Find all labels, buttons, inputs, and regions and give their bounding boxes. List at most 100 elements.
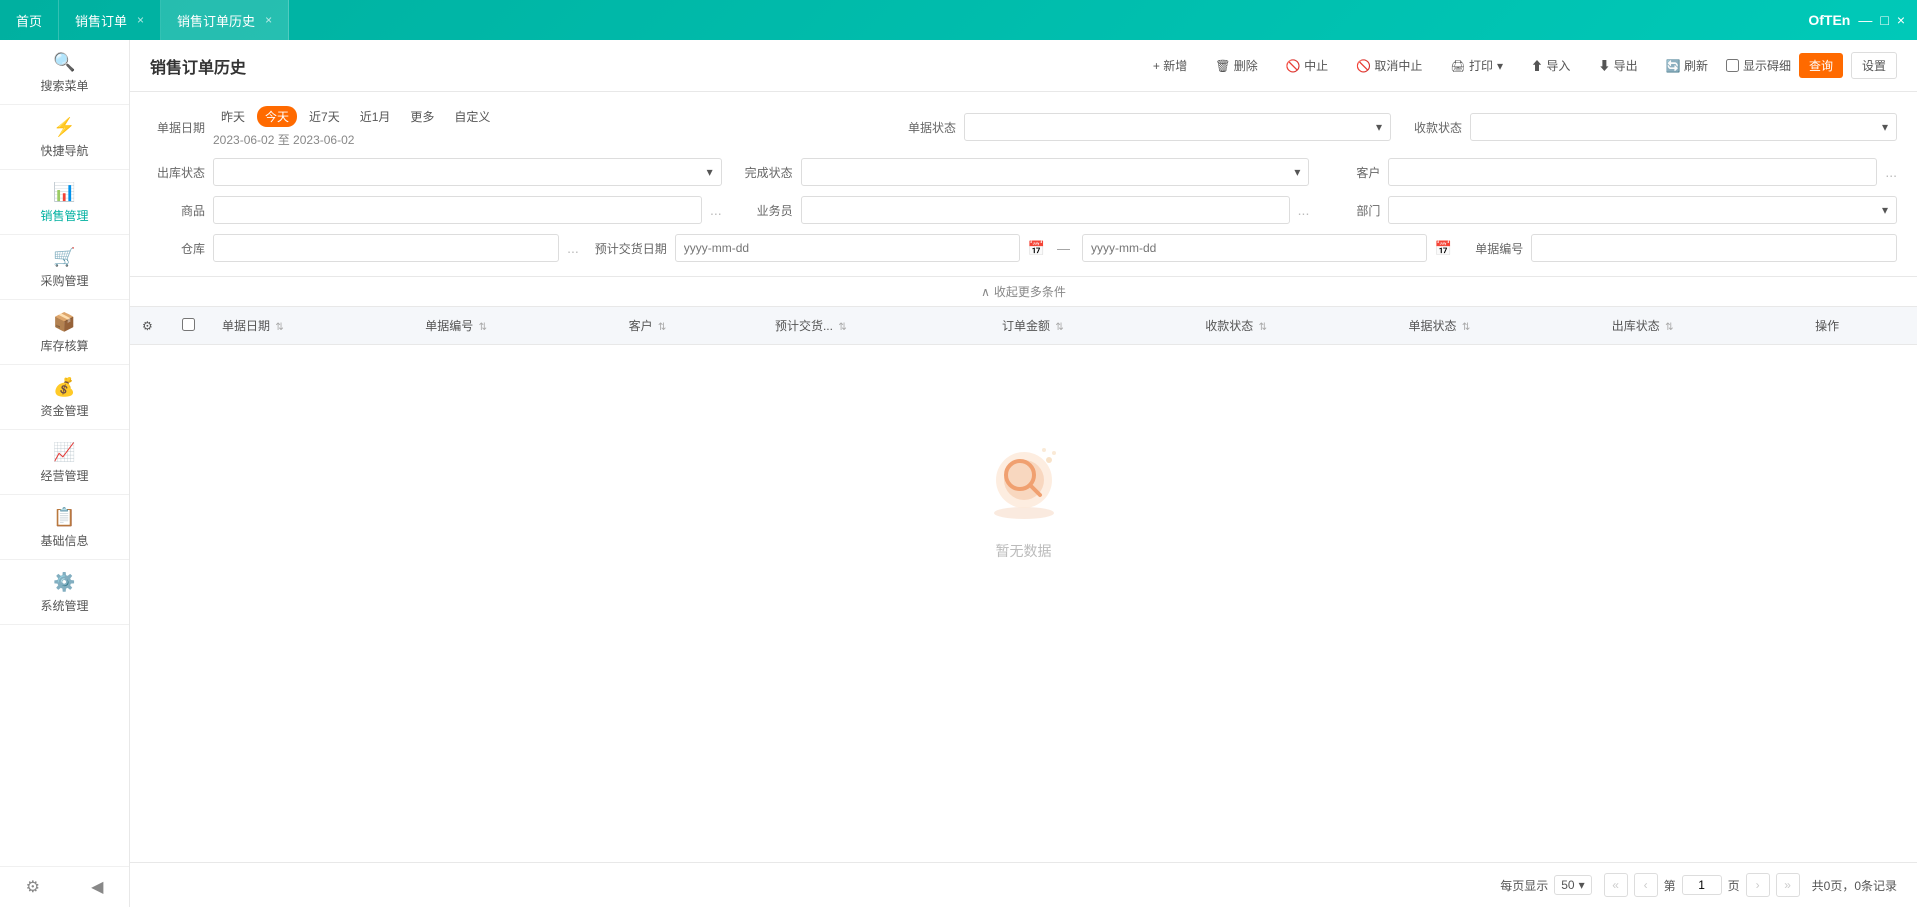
sidebar-item-purchase-mgmt[interactable]: 🛒 采购管理 [0,235,129,300]
total-records: 共0页，0条记录 [1812,877,1897,894]
th-date[interactable]: 单据日期 ⇅ [210,307,413,345]
th-outbound-status[interactable]: 出库状态 ⇅ [1600,307,1803,345]
th-date-label: 单据日期 [222,319,270,333]
sidebar-item-sales-mgmt[interactable]: 📊 销售管理 [0,170,129,235]
goods-input[interactable] [213,196,702,224]
first-page-btn[interactable]: « [1604,873,1628,897]
settings-btn[interactable]: 设置 [1851,52,1897,79]
th-settings[interactable]: ⚙ [130,307,170,345]
payment-status-select[interactable] [1470,113,1897,141]
th-amount[interactable]: 订单金额 ⇅ [990,307,1193,345]
delivery-date-start-text[interactable] [684,241,1011,255]
last-page-btn[interactable]: » [1776,873,1800,897]
export-btn[interactable]: ⬇ 导出 [1588,53,1647,78]
next-page-icon: › [1756,878,1760,892]
department-chevron [1882,203,1888,217]
sidebar-settings-btn[interactable]: ⚙ [26,877,40,897]
date-tab-yesterday[interactable]: 昨天 [213,106,253,127]
delivery-date-start-input[interactable] [675,234,1020,262]
print-btn[interactable]: 🖨 打印 ▾ [1440,53,1513,78]
warehouse-text-input[interactable] [222,241,550,255]
table-footer: 每页显示 50 ▾ « ‹ 第 页 › [130,862,1917,907]
delivery-date-end-text[interactable] [1091,241,1418,255]
sidebar-collapse-btn[interactable]: ◀ [91,877,103,897]
customer-input[interactable] [1388,158,1877,186]
empty-text: 暂无数据 [996,541,1052,561]
select-all-checkbox[interactable] [182,318,195,331]
empty-illustration [974,425,1074,525]
pagination: « ‹ 第 页 › » [1604,873,1800,897]
date-tab-today[interactable]: 今天 [257,106,297,127]
collapse-row[interactable]: ∧ 收起更多条件 [130,277,1917,307]
prev-page-btn[interactable]: ‹ [1634,873,1658,897]
order-number-text-input[interactable] [1540,241,1888,255]
order-status-group: 单据状态 [901,113,1391,141]
sidebar-item-search-menu[interactable]: 🔍 搜索菜单 [0,40,129,105]
basic-info-icon: 📋 [53,507,75,528]
outbound-status-select[interactable] [213,158,722,186]
salesperson-dots[interactable]: ... [1298,202,1310,218]
th-actions-label: 操作 [1815,319,1839,333]
date-label: 单据日期 [150,119,205,136]
tab-sales-order-history-close[interactable]: × [265,13,272,27]
sidebar-item-system-mgmt[interactable]: ⚙️ 系统管理 [0,560,129,625]
delivery-date-end-cal[interactable]: 📅 [1435,240,1452,257]
new-btn[interactable]: + 新增 [1143,53,1197,78]
settings-icon[interactable]: ⚙ [142,319,153,333]
th-payment-status[interactable]: 收款状态 ⇅ [1193,307,1396,345]
th-number[interactable]: 单据编号 ⇅ [413,307,616,345]
warehouse-input[interactable] [213,234,559,262]
inventory-check-icon: 📦 [53,312,75,333]
stop-btn[interactable]: 🚫 中止 [1276,53,1338,78]
goods-dots[interactable]: ... [710,202,722,218]
tab-sales-order[interactable]: 销售订单 × [59,0,161,40]
department-select[interactable] [1388,196,1897,224]
minimize-btn[interactable]: — [1858,12,1872,28]
sidebar-item-quick-nav[interactable]: ⚡ 快捷导航 [0,105,129,170]
th-customer[interactable]: 客户 ⇅ [617,307,763,345]
th-delivery[interactable]: 预计交货... ⇅ [763,307,990,345]
delete-btn[interactable]: 🗑 删除 [1205,53,1268,78]
salesperson-text-input[interactable] [810,203,1281,217]
next-page-btn[interactable]: › [1746,873,1770,897]
sidebar-item-basic-info[interactable]: 📋 基础信息 [0,495,129,560]
th-outbound-status-label: 出库状态 [1612,319,1660,333]
page-number-input[interactable] [1682,875,1722,895]
th-checkbox[interactable] [170,307,210,345]
refresh-btn[interactable]: 🔄 刷新 [1656,53,1718,78]
delivery-date-start-cal[interactable]: 📅 [1028,240,1045,257]
quick-nav-icon: ⚡ [53,117,75,138]
delivery-date-end-input[interactable] [1082,234,1427,262]
maximize-btn[interactable]: □ [1880,12,1888,28]
close-btn[interactable]: × [1897,12,1905,28]
display-col-toggle[interactable]: 显示碍细 [1726,57,1791,74]
goods-text-input[interactable] [222,203,693,217]
customer-dots[interactable]: ... [1885,164,1897,180]
date-tab-7days[interactable]: 近7天 [301,106,348,127]
import-btn[interactable]: ⬆ 导入 [1521,53,1580,78]
date-tab-custom[interactable]: 自定义 [446,106,498,127]
warehouse-dots[interactable]: ... [567,240,579,256]
customer-label: 客户 [1325,164,1380,181]
customer-text-input[interactable] [1397,165,1868,179]
tab-sales-order-close[interactable]: × [137,13,144,27]
sidebar-item-inventory-check[interactable]: 📦 库存核算 [0,300,129,365]
th-payment-status-label: 收款状态 [1205,319,1253,333]
order-number-input[interactable] [1531,234,1897,262]
th-order-status[interactable]: 单据状态 ⇅ [1397,307,1600,345]
complete-status-select[interactable] [801,158,1310,186]
query-btn[interactable]: 查询 [1799,53,1843,78]
tab-home[interactable]: 首页 [0,0,59,40]
page-size-box[interactable]: 50 ▾ [1554,875,1591,895]
tab-sales-order-history[interactable]: 销售订单历史 × [161,0,289,40]
order-status-select[interactable] [964,113,1391,141]
date-tab-1month[interactable]: 近1月 [352,106,399,127]
sidebar-item-business-mgmt[interactable]: 📈 经营管理 [0,430,129,495]
sidebar-item-fund-mgmt[interactable]: 💰 资金管理 [0,365,129,430]
cancel-stop-btn[interactable]: 🚫 取消中止 [1346,53,1432,78]
salesperson-input[interactable] [801,196,1290,224]
collapse-btn[interactable]: ∧ 收起更多条件 [981,283,1066,300]
display-col-checkbox[interactable] [1726,59,1739,72]
empty-state: 暂无数据 [130,345,1917,641]
date-tab-more[interactable]: 更多 [402,106,442,127]
